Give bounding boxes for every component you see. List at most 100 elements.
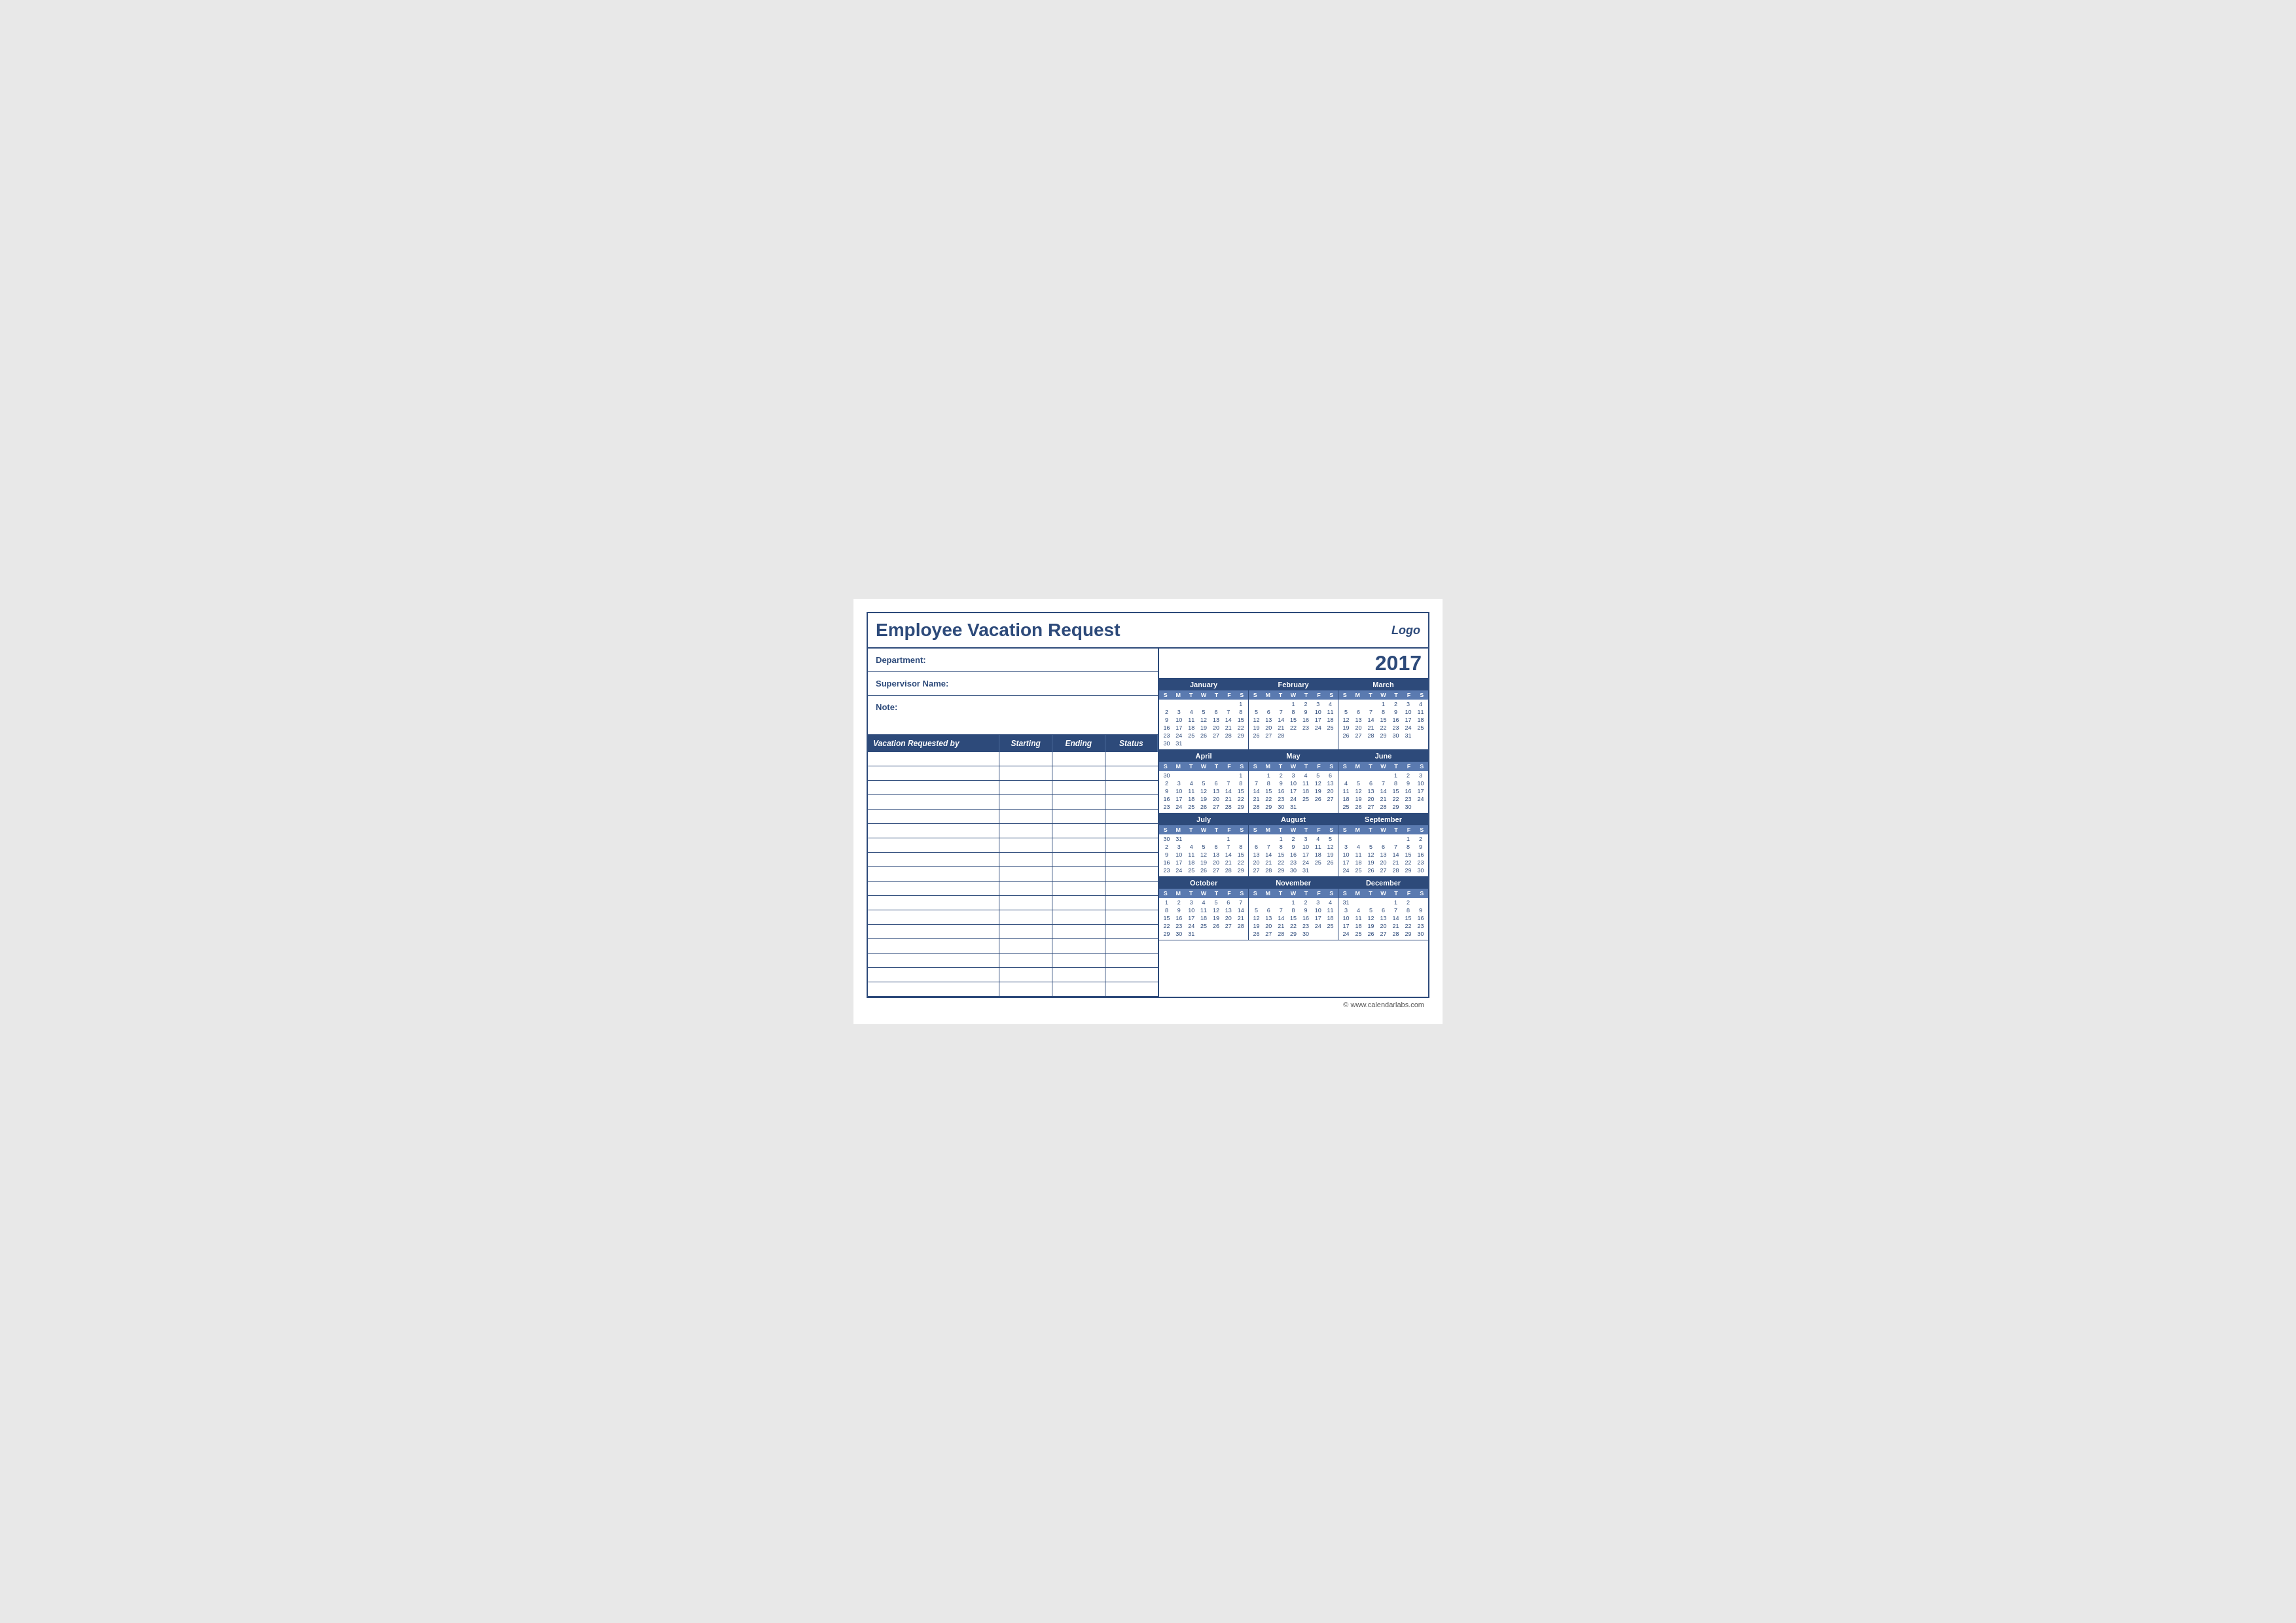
day-name-label: S — [1236, 762, 1248, 771]
table-cell[interactable] — [1052, 766, 1105, 780]
table-cell[interactable] — [1052, 939, 1105, 953]
table-cell[interactable] — [999, 896, 1052, 910]
cal-day: 14 — [1222, 851, 1234, 859]
table-cell[interactable] — [999, 910, 1052, 924]
cal-day: 27 — [1250, 866, 1263, 874]
table-cell[interactable] — [1105, 925, 1158, 938]
table-cell[interactable] — [999, 795, 1052, 809]
table-cell[interactable] — [1105, 795, 1158, 809]
table-cell[interactable] — [999, 925, 1052, 938]
table-cell[interactable] — [1105, 766, 1158, 780]
table-cell[interactable] — [868, 752, 999, 766]
day-name-label: S — [1415, 762, 1428, 771]
day-name-label: W — [1197, 889, 1210, 898]
table-cell[interactable] — [1052, 824, 1105, 838]
table-cell[interactable] — [999, 954, 1052, 967]
cal-day — [1324, 732, 1336, 740]
table-cell[interactable] — [1052, 910, 1105, 924]
table-cell[interactable] — [868, 982, 999, 996]
department-section: Department: — [868, 649, 1158, 672]
table-cell[interactable] — [1105, 968, 1158, 982]
cal-day: 11 — [1185, 787, 1198, 795]
table-cell[interactable] — [868, 766, 999, 780]
cal-day: 24 — [1340, 866, 1352, 874]
table-cell[interactable] — [868, 810, 999, 823]
table-cell[interactable] — [868, 939, 999, 953]
table-cell[interactable] — [1052, 795, 1105, 809]
cal-day: 2 — [1160, 779, 1173, 787]
cal-day: 2 — [1299, 700, 1312, 708]
table-cell[interactable] — [1105, 982, 1158, 996]
cal-day — [1365, 811, 1377, 812]
cal-day: 18 — [1352, 859, 1365, 866]
table-cell[interactable] — [868, 954, 999, 967]
table-cell[interactable] — [1052, 982, 1105, 996]
table-cell[interactable] — [1052, 838, 1105, 852]
table-cell[interactable] — [1052, 752, 1105, 766]
table-cell[interactable] — [1105, 954, 1158, 967]
table-cell[interactable] — [1105, 838, 1158, 852]
table-cell[interactable] — [1105, 810, 1158, 823]
table-cell[interactable] — [1105, 939, 1158, 953]
cal-day: 9 — [1299, 708, 1312, 716]
table-cell[interactable] — [868, 896, 999, 910]
table-cell[interactable] — [999, 939, 1052, 953]
table-cell[interactable] — [1105, 867, 1158, 881]
table-cell[interactable] — [868, 925, 999, 938]
cal-day — [1185, 700, 1198, 708]
cal-day: 8 — [1377, 708, 1390, 716]
table-cell[interactable] — [999, 824, 1052, 838]
table-cell[interactable] — [1052, 968, 1105, 982]
table-cell[interactable] — [999, 853, 1052, 866]
table-cell[interactable] — [868, 795, 999, 809]
table-cell[interactable] — [999, 838, 1052, 852]
table-cell[interactable] — [868, 882, 999, 895]
cal-day: 1 — [1402, 835, 1414, 843]
table-cell[interactable] — [1105, 853, 1158, 866]
table-cell[interactable] — [868, 867, 999, 881]
cal-day — [1263, 740, 1275, 741]
table-cell[interactable] — [1105, 910, 1158, 924]
table-cell[interactable] — [999, 766, 1052, 780]
cal-day: 30 — [1275, 803, 1287, 811]
table-cell[interactable] — [868, 968, 999, 982]
table-cell[interactable] — [1105, 896, 1158, 910]
cal-day — [1402, 874, 1414, 876]
table-cell[interactable] — [999, 968, 1052, 982]
table-cell[interactable] — [1052, 781, 1105, 794]
table-cell[interactable] — [1105, 882, 1158, 895]
table-cell[interactable] — [1052, 896, 1105, 910]
table-cell[interactable] — [999, 982, 1052, 996]
table-cell[interactable] — [999, 810, 1052, 823]
cal-day — [1414, 938, 1427, 939]
cal-day: 10 — [1340, 851, 1352, 859]
cal-day — [1263, 835, 1275, 843]
table-cell[interactable] — [868, 853, 999, 866]
table-cell[interactable] — [1052, 853, 1105, 866]
table-cell[interactable] — [999, 882, 1052, 895]
cal-day: 12 — [1312, 779, 1324, 787]
cal-day: 21 — [1263, 859, 1275, 866]
cal-day: 4 — [1324, 899, 1336, 906]
day-name-label: S — [1338, 825, 1352, 834]
table-cell[interactable] — [999, 781, 1052, 794]
cal-day: 15 — [1263, 787, 1275, 795]
table-cell[interactable] — [868, 910, 999, 924]
table-cell[interactable] — [1052, 810, 1105, 823]
cal-day — [1160, 811, 1173, 812]
table-cell[interactable] — [1105, 752, 1158, 766]
table-cell[interactable] — [868, 824, 999, 838]
table-cell[interactable] — [999, 867, 1052, 881]
table-cell[interactable] — [1105, 781, 1158, 794]
table-cell[interactable] — [1052, 882, 1105, 895]
table-cell[interactable] — [868, 781, 999, 794]
table-cell[interactable] — [868, 838, 999, 852]
table-cell[interactable] — [1052, 867, 1105, 881]
day-name-label: S — [1236, 690, 1248, 700]
table-cell[interactable] — [1105, 824, 1158, 838]
cal-day: 13 — [1377, 914, 1390, 922]
table-cell[interactable] — [1052, 954, 1105, 967]
cal-day: 22 — [1234, 724, 1247, 732]
table-cell[interactable] — [999, 752, 1052, 766]
table-cell[interactable] — [1052, 925, 1105, 938]
